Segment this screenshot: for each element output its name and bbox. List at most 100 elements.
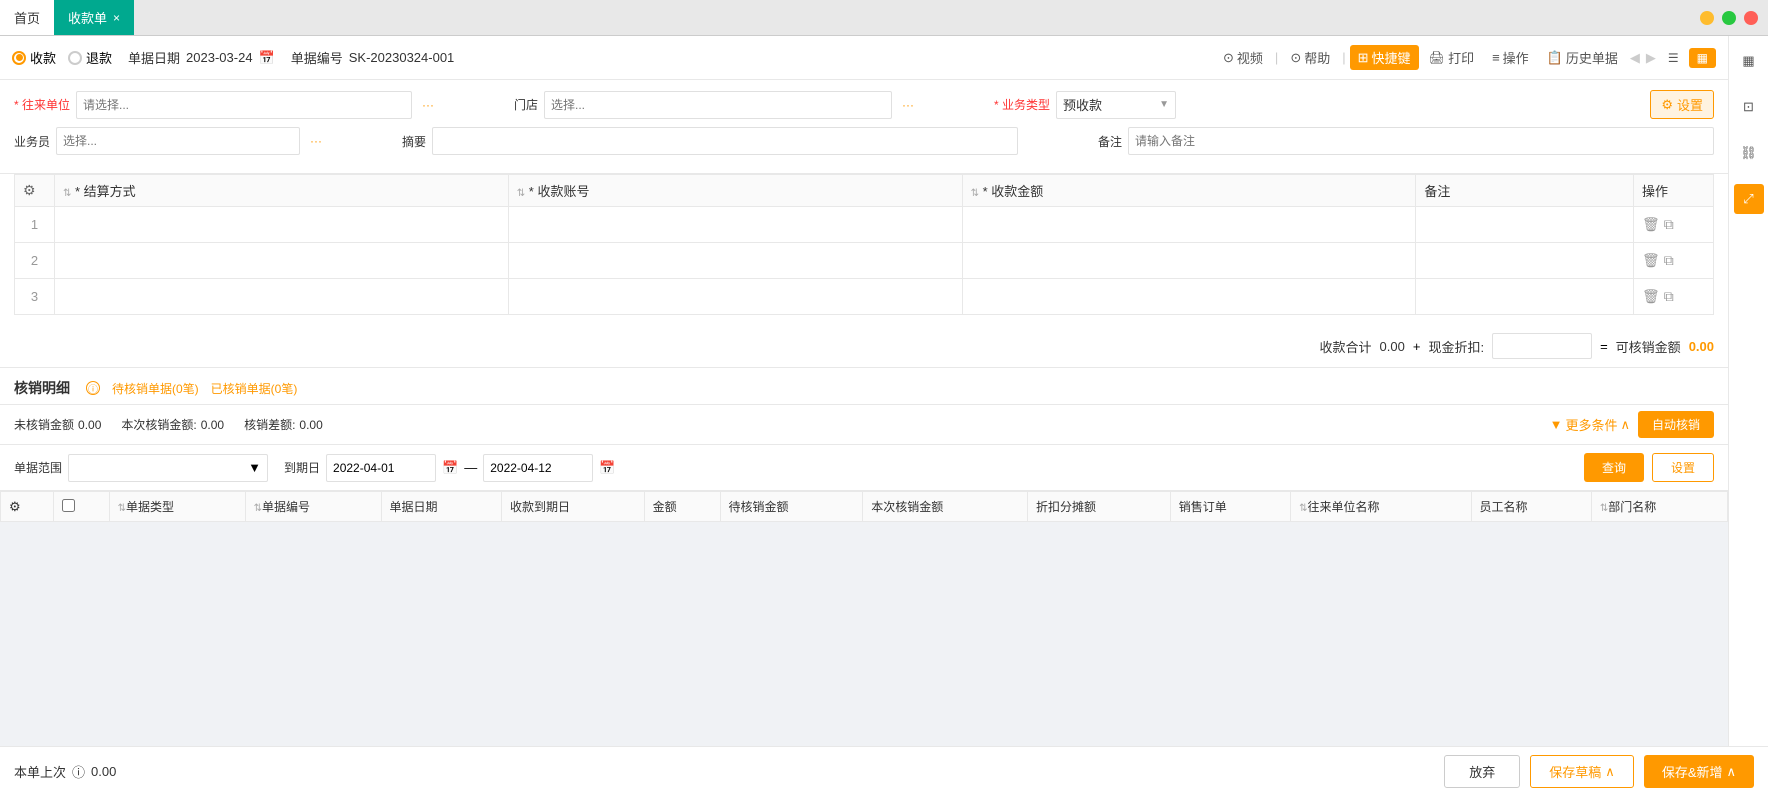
maximize-button[interactable] [1722, 11, 1736, 25]
business-type-value: 预收款 [1063, 95, 1102, 114]
auto-verify-button[interactable]: 自动核销 [1638, 411, 1714, 438]
current-stat: 本次核销金额: 0.00 [121, 416, 224, 433]
cell-remark-3[interactable] [1416, 279, 1634, 315]
more-filter-button[interactable]: ▼ 更多条件 ∧ [1550, 415, 1630, 434]
cell-amount-3[interactable] [962, 279, 1416, 315]
range-field: 单据范围 ▼ [14, 454, 268, 482]
shop-more-icon[interactable]: ··· [902, 98, 914, 112]
table-row: 3 🗑 ⧉ [15, 279, 1714, 315]
copy-icon-3[interactable]: ⧉ [1664, 288, 1674, 305]
operation-button[interactable]: ≡ 操作 [1484, 45, 1537, 70]
table-gear-icon[interactable]: ⚙ [23, 182, 36, 198]
operation-icon: ≡ [1492, 50, 1500, 65]
cell-remark-1[interactable] [1416, 207, 1634, 243]
bottom-th-due-date: 收款到期日 [501, 492, 644, 522]
chevron-up-new-icon: ∧ [1726, 764, 1736, 780]
business-type-select[interactable]: 预收款 ▼ [1056, 91, 1176, 119]
number-field: 单据编号 SK-20230324-001 [291, 48, 455, 67]
staff-label: 业务员 [14, 133, 50, 150]
discount-input[interactable] [1492, 333, 1592, 359]
cell-settlement-3[interactable] [55, 279, 509, 315]
cell-settlement-1[interactable] [55, 207, 509, 243]
chevron-up-icon: ∧ [1620, 417, 1630, 433]
verification-info-icon[interactable]: ⓘ [86, 381, 100, 395]
plus-sign: + [1413, 339, 1421, 354]
save-draft-button[interactable]: 保存草稿 ∧ [1530, 755, 1634, 788]
gear-icon: ⚙ [1661, 97, 1673, 113]
remark-input[interactable] [1128, 127, 1714, 155]
cell-amount-2[interactable] [962, 243, 1416, 279]
tab-close-icon[interactable]: × [113, 11, 120, 25]
bottom-gear-icon[interactable]: ⚙ [9, 499, 21, 514]
tab-receipt[interactable]: 收款单 × [54, 0, 134, 35]
history-button[interactable]: 📋 历史单据 [1539, 45, 1626, 70]
bottom-th-gear[interactable]: ⚙ [1, 492, 54, 522]
video-button[interactable]: ⊙ 视频 [1215, 45, 1271, 70]
minimize-button[interactable] [1700, 11, 1714, 25]
sidebar-expand-icon[interactable]: ⤢ [1734, 184, 1764, 214]
cell-account-2[interactable] [508, 243, 962, 279]
receipt-radio[interactable]: 收款 [12, 48, 56, 67]
remark-label: 备注 [1098, 133, 1122, 150]
history-icon: 📋 [1547, 50, 1563, 66]
date-to-input[interactable] [483, 454, 593, 482]
query-button[interactable]: 查询 [1584, 453, 1644, 482]
table-settings-header[interactable]: ⚙ [15, 175, 55, 207]
counterpart-label: * 往来单位 [14, 96, 70, 113]
cell-amount-1[interactable] [962, 207, 1416, 243]
cell-remark-2[interactable] [1416, 243, 1634, 279]
shortcut-button[interactable]: ⊞ 快捷键 [1350, 45, 1419, 70]
sidebar-table-icon[interactable]: ▦ [1734, 46, 1764, 76]
counterpart-input[interactable] [76, 91, 412, 119]
video-label: 视频 [1237, 48, 1263, 67]
list-view-button[interactable]: ☰ [1660, 48, 1687, 68]
cell-account-1[interactable] [508, 207, 962, 243]
delete-icon-2[interactable]: 🗑 [1642, 252, 1660, 269]
delete-icon-1[interactable]: 🗑 [1642, 216, 1660, 233]
shop-input[interactable] [544, 91, 892, 119]
done-tab[interactable]: 已核销单据(0笔) [211, 380, 298, 397]
counterpart-more-icon[interactable]: ··· [422, 98, 434, 112]
th-operation-label: 操作 [1642, 184, 1668, 199]
save-new-button[interactable]: 保存&新增 ∧ [1644, 755, 1754, 788]
footer: 本单上次 ⓘ 0.00 放弃 保存草稿 ∧ 保存&新增 ∧ [0, 746, 1768, 796]
date-range-field: 到期日 📅 — 📅 [284, 454, 615, 482]
range-chevron-icon: ▼ [248, 460, 261, 475]
grid-view-button[interactable]: ▦ [1689, 48, 1716, 68]
settings-button[interactable]: ⚙ 设置 [1650, 90, 1714, 119]
th-amount-label: * 收款金额 [983, 184, 1044, 199]
last-order-info-icon[interactable]: ⓘ [72, 762, 85, 781]
copy-icon-2[interactable]: ⧉ [1664, 252, 1674, 269]
cell-settlement-2[interactable] [55, 243, 509, 279]
print-button[interactable]: 🖨 打印 [1421, 45, 1483, 70]
pending-tab[interactable]: 待核销单据(0笔) [112, 380, 199, 397]
sidebar-link-icon[interactable]: ⛓ [1734, 138, 1764, 168]
tab-home[interactable]: 首页 [0, 0, 54, 35]
help-button[interactable]: ⊙ 帮助 [1282, 45, 1338, 70]
refund-radio[interactable]: 退款 [68, 48, 112, 67]
summary-input[interactable] [432, 127, 1018, 155]
calendar-to-icon[interactable]: 📅 [599, 460, 615, 476]
delete-icon-3[interactable]: 🗑 [1642, 288, 1660, 305]
abandon-button[interactable]: 放弃 [1444, 755, 1520, 788]
counterpart-field: * 往来单位 ··· [14, 91, 434, 119]
filter-settings-button[interactable]: 设置 [1652, 453, 1714, 482]
form-row-1: * 往来单位 ··· 门店 ··· * 业务类型 预收款 ▼ ⚙ 设置 [14, 90, 1714, 119]
receipt-table: ⚙ ⇅ * 结算方式 ⇅ * 收款账号 ⇅ * 收款金额 [14, 174, 1714, 315]
close-button[interactable] [1744, 11, 1758, 25]
staff-more-icon[interactable]: ··· [310, 134, 322, 148]
calendar-from-icon[interactable]: 📅 [442, 460, 458, 476]
copy-icon-1[interactable]: ⧉ [1664, 216, 1674, 233]
date-from-input[interactable] [326, 454, 436, 482]
sidebar-import-icon[interactable]: ⊡ [1734, 92, 1764, 122]
cell-account-3[interactable] [508, 279, 962, 315]
calendar-icon[interactable]: 📅 [259, 50, 275, 66]
bottom-th-date: 单据日期 [381, 492, 501, 522]
video-icon: ⊙ [1223, 50, 1234, 66]
range-select[interactable]: ▼ [68, 454, 268, 482]
diff-label: 核销差额: [244, 416, 295, 433]
staff-input[interactable] [56, 127, 300, 155]
discount-label: 现金折扣: [1428, 337, 1484, 356]
select-all-checkbox[interactable] [62, 499, 75, 512]
staff-field: 业务员 ··· [14, 127, 322, 155]
